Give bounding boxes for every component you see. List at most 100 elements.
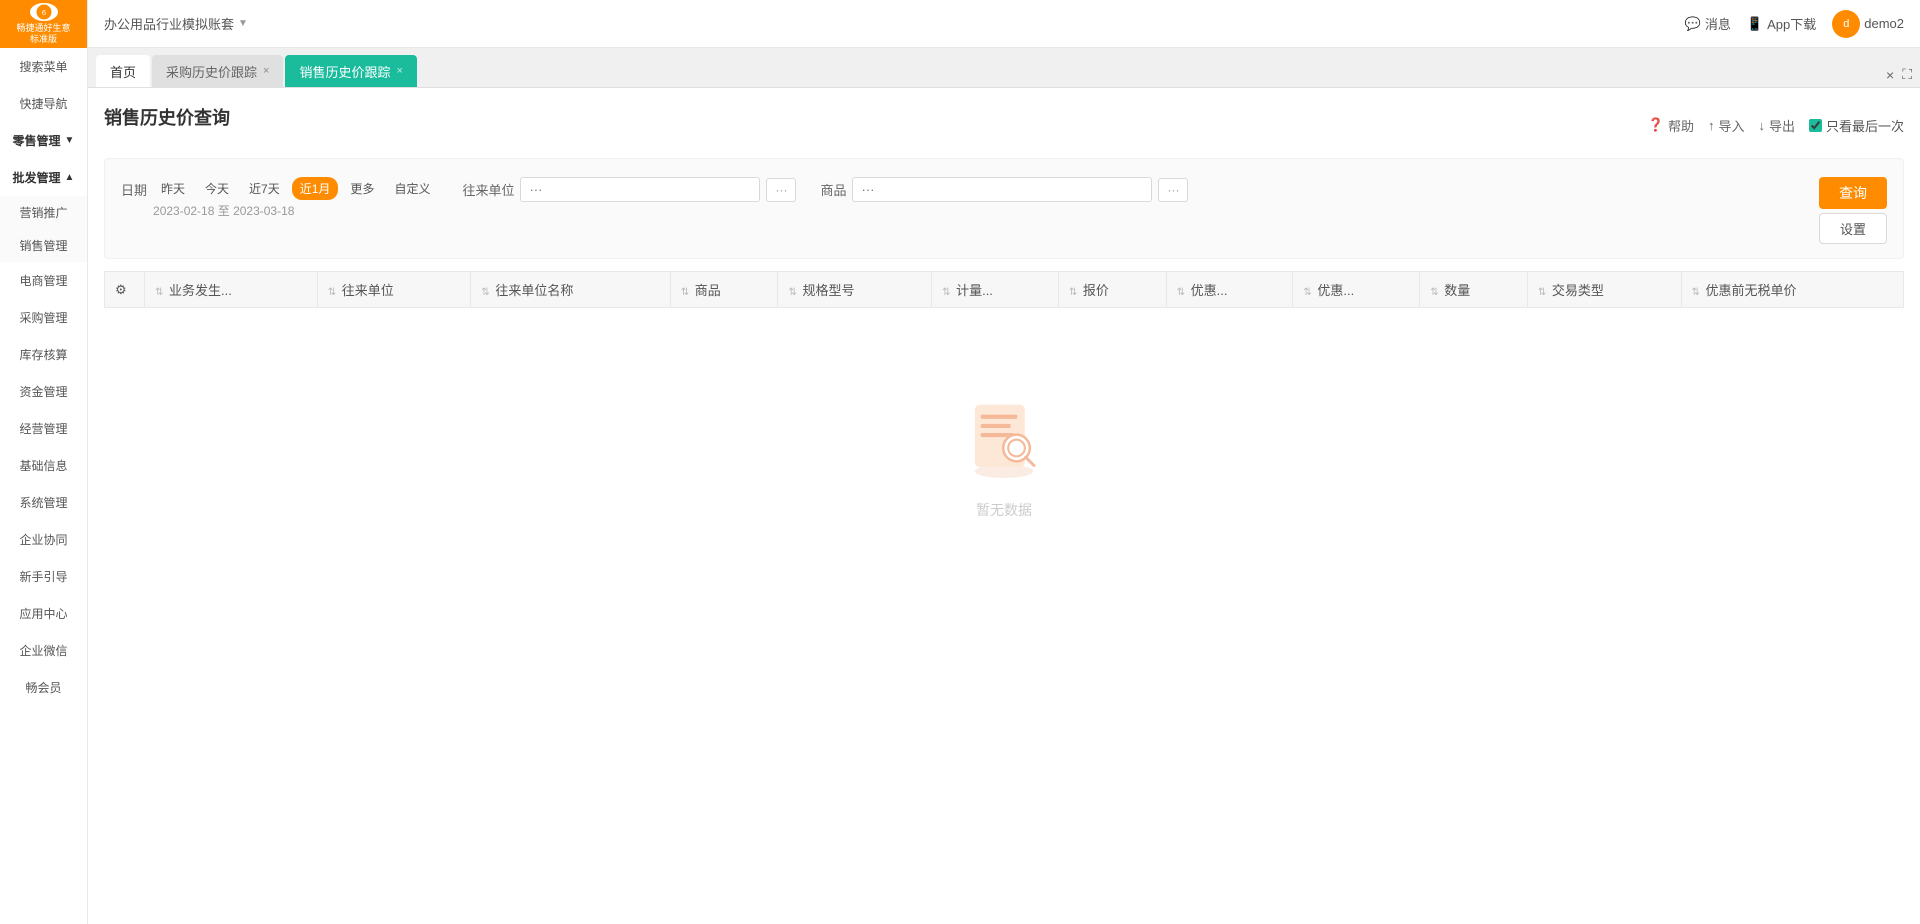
close-all-tabs-button[interactable]: ×	[1886, 67, 1894, 83]
date-option-custom[interactable]: 自定义	[386, 177, 438, 200]
settings-icon: ⚙	[115, 282, 127, 297]
settings-button[interactable]: 设置	[1819, 213, 1887, 244]
help-label: 帮助	[1668, 116, 1694, 135]
close-tab-purchase-history[interactable]: ×	[263, 65, 269, 77]
sidebar-item-enterprise-wechat[interactable]: 企业微信	[0, 632, 87, 669]
sidebar-item-quick-nav[interactable]: 快捷导航	[0, 85, 87, 122]
col-settings[interactable]: ⚙	[105, 272, 145, 308]
sort-icon: ⇅	[1538, 287, 1546, 298]
message-icon: 💬	[1685, 16, 1701, 32]
query-button[interactable]: 查询	[1819, 177, 1887, 209]
col-discount1[interactable]: ⇅ 优惠...	[1166, 272, 1293, 308]
app-download-icon: 📱	[1747, 16, 1763, 32]
svg-text:6: 6	[41, 8, 45, 17]
goods-input[interactable]	[852, 177, 1152, 202]
col-spec[interactable]: ⇅ 规格型号	[778, 272, 932, 308]
col-goods-label: 商品	[695, 283, 721, 298]
sidebar-item-wholesale-mgmt[interactable]: 批发管理 ▲	[0, 159, 87, 196]
date-filter-group: 日期 昨天 今天 近7天 近1月 更多 自定义 2023-02-18 至 202…	[121, 177, 438, 219]
table-container: ⚙ ⇅ 业务发生... ⇅ 往来单位 ⇅ 往来单位名称	[104, 271, 1904, 600]
logo-text: 畅捷通好生意 标准版	[16, 23, 70, 45]
chevron-up-icon: ▲	[65, 172, 75, 183]
sidebar-item-purchase-mgmt[interactable]: 采购管理	[0, 299, 87, 336]
col-discount2[interactable]: ⇅ 优惠...	[1293, 272, 1420, 308]
tab-home-label: 首页	[110, 62, 136, 81]
col-partner-name-label: 往来单位名称	[495, 283, 573, 298]
date-option-last1m[interactable]: 近1月	[292, 177, 339, 200]
sidebar-item-basic-info[interactable]: 基础信息	[0, 447, 87, 484]
col-partner-code[interactable]: ⇅ 往来单位	[317, 272, 471, 308]
col-quantity[interactable]: ⇅ 数量	[1420, 272, 1528, 308]
date-option-yesterday[interactable]: 昨天	[153, 177, 193, 200]
sidebar-item-inventory[interactable]: 库存核算	[0, 336, 87, 373]
sidebar-item-app-center[interactable]: 应用中心	[0, 595, 87, 632]
date-filter-label: 日期	[121, 177, 147, 205]
col-biz-date[interactable]: ⇅ 业务发生...	[145, 272, 318, 308]
date-option-more[interactable]: 更多	[342, 177, 382, 200]
tab-sales-history[interactable]: 销售历史价跟踪 ×	[285, 55, 416, 87]
sidebar-item-label: 企业协同	[19, 531, 67, 548]
col-trade-type[interactable]: ⇅ 交易类型	[1527, 272, 1681, 308]
sidebar-item-label: 新手引导	[19, 568, 67, 585]
col-spec-label: 规格型号	[802, 283, 854, 298]
message-button[interactable]: 💬 消息	[1685, 14, 1731, 33]
partner-input[interactable]	[520, 177, 760, 202]
sidebar-item-label: 库存核算	[19, 346, 67, 363]
sidebar-item-label: 系统管理	[19, 494, 67, 511]
sort-icon: ⇅	[481, 287, 489, 298]
avatar-initial: d	[1843, 18, 1849, 30]
goods-browse-button[interactable]: ···	[1158, 178, 1188, 202]
col-pre-tax-price[interactable]: ⇅ 优惠前无税单价	[1681, 272, 1904, 308]
sidebar-item-finance[interactable]: 资金管理	[0, 373, 87, 410]
sidebar-item-label: 采购管理	[19, 309, 67, 326]
sidebar-item-system[interactable]: 系统管理	[0, 484, 87, 521]
sidebar-item-label: 资金管理	[19, 383, 67, 400]
tab-home[interactable]: 首页	[96, 55, 150, 87]
help-icon: ❓	[1648, 117, 1664, 133]
sidebar-item-ecommerce-mgmt[interactable]: 电商管理	[0, 262, 87, 299]
only-last-checkbox-wrapper[interactable]: 只看最后一次	[1809, 116, 1904, 135]
close-tab-sales-history[interactable]: ×	[396, 65, 402, 77]
company-selector-label: 办公用品行业模拟账套	[104, 14, 234, 33]
maximize-button[interactable]: ⛶	[1902, 66, 1912, 83]
date-range-display: 2023-02-18 至 2023-03-18	[153, 202, 438, 219]
company-selector[interactable]: 办公用品行业模拟账套 ▼	[104, 14, 248, 33]
partner-browse-button[interactable]: ···	[766, 178, 796, 202]
col-partner-name[interactable]: ⇅ 往来单位名称	[471, 272, 670, 308]
col-discount1-label: 优惠...	[1191, 283, 1228, 298]
only-last-checkbox[interactable]	[1809, 119, 1822, 132]
col-goods[interactable]: ⇅ 商品	[670, 272, 778, 308]
sidebar-item-label: 基础信息	[19, 457, 67, 474]
tab-purchase-history[interactable]: 采购历史价跟踪 ×	[152, 55, 283, 87]
export-button[interactable]: ↓ 导出	[1758, 116, 1795, 135]
sidebar-item-search-order[interactable]: 搜索菜单	[0, 48, 87, 85]
import-button[interactable]: ↑ 导入	[1708, 116, 1745, 135]
col-quantity-label: 数量	[1444, 283, 1470, 298]
message-label: 消息	[1705, 14, 1731, 33]
sidebar-item-member[interactable]: 畅会员	[0, 669, 87, 706]
col-unit[interactable]: ⇅ 计量...	[932, 272, 1059, 308]
col-quote[interactable]: ⇅ 报价	[1058, 272, 1166, 308]
help-button[interactable]: ❓ 帮助	[1648, 116, 1694, 135]
app-download-button[interactable]: 📱 App下载	[1747, 14, 1816, 33]
sidebar-item-operations[interactable]: 经营管理	[0, 410, 87, 447]
sidebar-item-label: 快捷导航	[19, 95, 67, 112]
sidebar-item-marketing[interactable]: 营销推广	[0, 196, 87, 229]
col-unit-label: 计量...	[956, 283, 993, 298]
partner-filter-label: 往来单位	[462, 177, 514, 205]
empty-icon	[954, 388, 1054, 488]
date-option-today[interactable]: 今天	[197, 177, 237, 200]
topbar: 办公用品行业模拟账套 ▼ 💬 消息 📱 App下载 d demo2	[88, 0, 1920, 48]
date-option-last7[interactable]: 近7天	[241, 177, 288, 200]
sidebar-item-new-guide[interactable]: 新手引导	[0, 558, 87, 595]
export-label: 导出	[1769, 116, 1795, 135]
sidebar-item-retail-mgmt[interactable]: 零售管理 ▼	[0, 122, 87, 159]
sidebar-item-sales-mgmt[interactable]: 销售管理	[0, 229, 87, 262]
col-discount2-label: 优惠...	[1317, 283, 1354, 298]
user-menu[interactable]: d demo2	[1832, 10, 1904, 38]
import-label: 导入	[1718, 116, 1744, 135]
date-options: 昨天 今天 近7天 近1月 更多 自定义	[153, 177, 438, 200]
app-download-label: App下载	[1767, 14, 1816, 33]
sidebar-item-enterprise[interactable]: 企业协同	[0, 521, 87, 558]
sort-icon: ⇅	[942, 287, 950, 298]
